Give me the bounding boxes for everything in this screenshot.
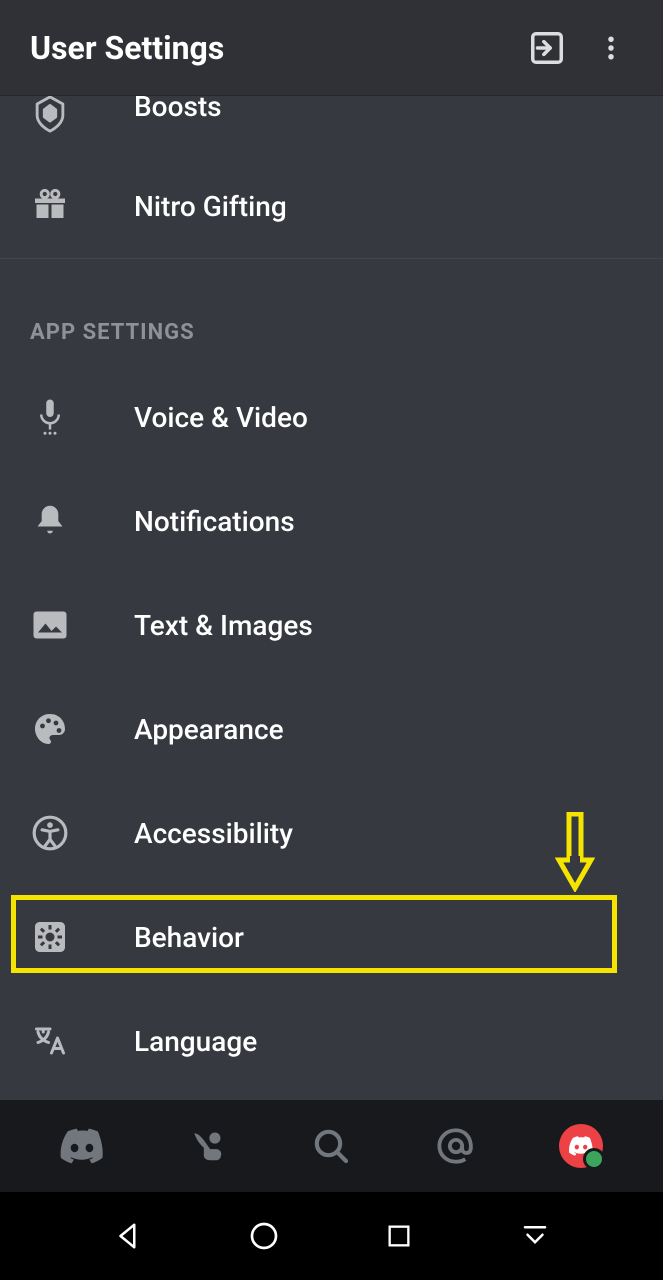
settings-item-label: Voice & Video	[134, 401, 308, 434]
nav-recent[interactable]	[374, 1211, 424, 1261]
bell-icon	[30, 503, 70, 539]
settings-item-boosts[interactable]: Boosts	[0, 96, 663, 154]
settings-item-label: Language	[134, 1025, 257, 1058]
palette-icon	[30, 711, 70, 747]
settings-item-accessibility[interactable]: Accessibility	[0, 781, 663, 885]
microphone-icon	[30, 398, 70, 436]
section-header-app: APP SETTINGS	[0, 292, 663, 365]
tab-search[interactable]	[301, 1116, 361, 1176]
settings-item-appearance[interactable]: Appearance	[0, 677, 663, 781]
system-nav-bar	[0, 1192, 663, 1280]
tab-discord[interactable]	[52, 1116, 112, 1176]
translate-icon	[30, 1023, 70, 1059]
section-divider	[0, 258, 663, 292]
tab-mentions[interactable]	[426, 1116, 486, 1176]
header-bar: User Settings	[0, 0, 663, 96]
page-title: User Settings	[30, 29, 505, 67]
settings-item-gifting[interactable]: Nitro Gifting	[0, 154, 663, 258]
tab-friends[interactable]	[177, 1116, 237, 1176]
nav-down[interactable]	[510, 1211, 560, 1261]
gift-icon	[30, 188, 70, 224]
tab-profile[interactable]	[551, 1116, 611, 1176]
settings-item-voice[interactable]: Voice & Video	[0, 365, 663, 469]
gear-icon	[30, 919, 70, 955]
settings-item-label: Text & Images	[134, 609, 313, 642]
boost-icon	[30, 96, 70, 134]
settings-item-text[interactable]: Text & Images	[0, 573, 663, 677]
settings-item-notifications[interactable]: Notifications	[0, 469, 663, 573]
settings-item-label: Behavior	[134, 921, 244, 954]
nav-back[interactable]	[103, 1211, 153, 1261]
settings-screen: User Settings Boosts	[0, 0, 663, 1280]
settings-list[interactable]: Boosts Nitro Gifting APP SETTINGS	[0, 96, 663, 1100]
settings-item-label: Appearance	[134, 713, 284, 746]
more-icon[interactable]	[589, 26, 633, 70]
avatar	[559, 1124, 603, 1168]
bottom-tab-bar	[0, 1100, 663, 1192]
image-icon	[30, 610, 70, 640]
settings-item-label: Notifications	[134, 505, 295, 538]
settings-item-label: Boosts	[134, 96, 222, 123]
accessibility-icon	[30, 814, 70, 852]
nav-home[interactable]	[239, 1211, 289, 1261]
exit-icon[interactable]	[525, 26, 569, 70]
settings-item-behavior[interactable]: Behavior	[0, 885, 663, 989]
settings-item-label: Nitro Gifting	[134, 190, 287, 223]
settings-item-label: Accessibility	[134, 817, 293, 850]
settings-item-language[interactable]: Language	[0, 989, 663, 1093]
